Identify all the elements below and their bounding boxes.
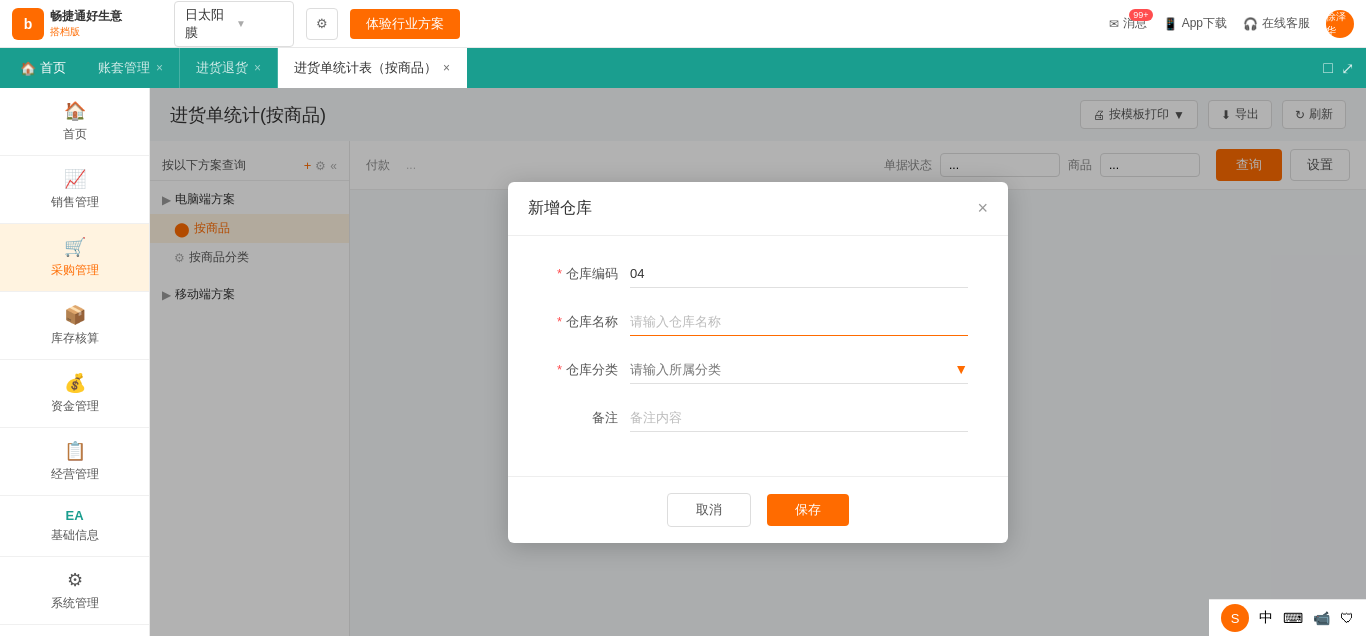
sales-icon: 📈 xyxy=(64,168,86,190)
logo-icon: b xyxy=(12,8,44,40)
select-arrow-icon: ▼ xyxy=(954,361,968,377)
basic-info-icon: EA xyxy=(65,508,83,523)
form-row-code: 仓库编码 xyxy=(548,260,968,288)
tab-close-stats[interactable]: × xyxy=(443,61,450,75)
modal-add-warehouse: 新增仓库 × 仓库编码 仓库名称 仓库分类 xyxy=(508,182,1008,543)
modal-title: 新增仓库 xyxy=(528,198,592,219)
field-label-remark: 备注 xyxy=(548,409,618,427)
sidebar-item-enterprise[interactable]: 🔲 企业协同 xyxy=(0,625,149,636)
modal-close-button[interactable]: × xyxy=(977,198,988,219)
operations-icon: 📋 xyxy=(64,440,86,462)
tab-expand-icon[interactable]: ⤢ xyxy=(1341,59,1354,78)
logo-area: b 畅捷通好生意 搭档版 xyxy=(12,8,162,40)
modal-header: 新增仓库 × xyxy=(508,182,1008,236)
sidebar-item-home[interactable]: 🏠 首页 xyxy=(0,88,149,156)
tab-actions: □ ⤢ xyxy=(1315,59,1362,78)
headset-icon: 🎧 xyxy=(1243,17,1258,31)
warehouse-category-select[interactable]: ▼ xyxy=(630,356,968,384)
phone-icon: 📱 xyxy=(1163,17,1178,31)
avatar: 徐泽华 xyxy=(1326,10,1354,38)
tab-purchase-return[interactable]: 进货退货 × xyxy=(180,48,278,88)
store-selector[interactable]: 日太阳膜 ▼ xyxy=(174,1,294,47)
finance-icon: 💰 xyxy=(64,372,86,394)
header-right: ✉ 消息 99+ 📱 App下载 🎧 在线客服 徐泽华 xyxy=(1109,10,1354,38)
message-button[interactable]: ✉ 消息 99+ xyxy=(1109,15,1147,32)
tab-close-return[interactable]: × xyxy=(254,61,261,75)
sidebar-item-purchase[interactable]: 🛒 采购管理 xyxy=(0,224,149,292)
category-input[interactable] xyxy=(630,356,954,383)
save-button[interactable]: 保存 xyxy=(767,494,849,526)
security-icon[interactable]: 🛡 xyxy=(1340,610,1354,626)
field-label-name: 仓库名称 xyxy=(548,313,618,331)
content-area: 进货单统计(按商品) 🖨 按模板打印 ▼ ⬇ 导出 ↻ 刷新 xyxy=(150,88,1366,636)
sidebar: 🏠 首页 📈 销售管理 🛒 采购管理 📦 库存核算 💰 资金管理 📋 经营管理 … xyxy=(0,88,150,636)
video-icon[interactable]: 📹 xyxy=(1313,610,1330,626)
mic-icon[interactable]: 中 xyxy=(1259,609,1273,627)
system-icon: ⚙ xyxy=(67,569,83,591)
tab-bar: 🏠 首页 账套管理 × 进货退货 × 进货单统计表（按商品） × □ ⤢ xyxy=(0,48,1366,88)
main-layout: 🏠 首页 📈 销售管理 🛒 采购管理 📦 库存核算 💰 资金管理 📋 经营管理 … xyxy=(0,88,1366,636)
form-row-name: 仓库名称 xyxy=(548,308,968,336)
modal-overlay[interactable]: 新增仓库 × 仓库编码 仓库名称 仓库分类 xyxy=(150,88,1366,636)
tab-close-accounts[interactable]: × xyxy=(156,61,163,75)
tab-purchase-stats[interactable]: 进货单统计表（按商品） × xyxy=(278,48,467,88)
status-bar: S 中 ⌨ 📹 🛡 xyxy=(1209,599,1366,636)
user-profile[interactable]: 徐泽华 xyxy=(1326,10,1354,38)
sidebar-item-operations[interactable]: 📋 经营管理 xyxy=(0,428,149,496)
app-download-button[interactable]: 📱 App下载 xyxy=(1163,15,1227,32)
gear-icon: ⚙ xyxy=(316,16,328,31)
s-icon[interactable]: S xyxy=(1221,604,1249,632)
online-service-button[interactable]: 🎧 在线客服 xyxy=(1243,15,1310,32)
tab-accounts[interactable]: 账套管理 × xyxy=(82,48,180,88)
header-settings-button[interactable]: ⚙ xyxy=(306,8,338,40)
inventory-icon: 📦 xyxy=(64,304,86,326)
form-row-remark: 备注 xyxy=(548,404,968,432)
sidebar-item-sales[interactable]: 📈 销售管理 xyxy=(0,156,149,224)
sidebar-item-system[interactable]: ⚙ 系统管理 xyxy=(0,557,149,625)
warehouse-name-input[interactable] xyxy=(630,308,968,336)
form-row-category: 仓库分类 ▼ xyxy=(548,356,968,384)
purchase-icon: 🛒 xyxy=(64,236,86,258)
modal-body: 仓库编码 仓库名称 仓库分类 ▼ xyxy=(508,236,1008,476)
warehouse-code-input[interactable] xyxy=(630,260,968,288)
tab-home[interactable]: 🏠 首页 xyxy=(4,48,82,88)
message-icon: ✉ xyxy=(1109,17,1119,31)
keyboard-icon[interactable]: ⌨ xyxy=(1283,610,1303,626)
sidebar-item-finance[interactable]: 💰 资金管理 xyxy=(0,360,149,428)
top-header: b 畅捷通好生意 搭档版 日太阳膜 ▼ ⚙ 体验行业方案 ✉ 消息 99+ 📱 … xyxy=(0,0,1366,48)
field-label-code: 仓库编码 xyxy=(548,265,618,283)
home-icon: 🏠 xyxy=(64,100,86,122)
modal-footer: 取消 保存 xyxy=(508,476,1008,543)
tab-restore-icon[interactable]: □ xyxy=(1323,59,1333,77)
sidebar-item-basic-info[interactable]: EA 基础信息 xyxy=(0,496,149,557)
dropdown-arrow-icon: ▼ xyxy=(236,18,283,29)
field-label-category: 仓库分类 xyxy=(548,361,618,379)
logo-text: 畅捷通好生意 搭档版 xyxy=(50,8,122,39)
home-icon: 🏠 xyxy=(20,61,36,76)
cancel-button[interactable]: 取消 xyxy=(667,493,751,527)
remark-input[interactable] xyxy=(630,404,968,432)
sidebar-item-inventory[interactable]: 📦 库存核算 xyxy=(0,292,149,360)
trial-button[interactable]: 体验行业方案 xyxy=(350,9,460,39)
